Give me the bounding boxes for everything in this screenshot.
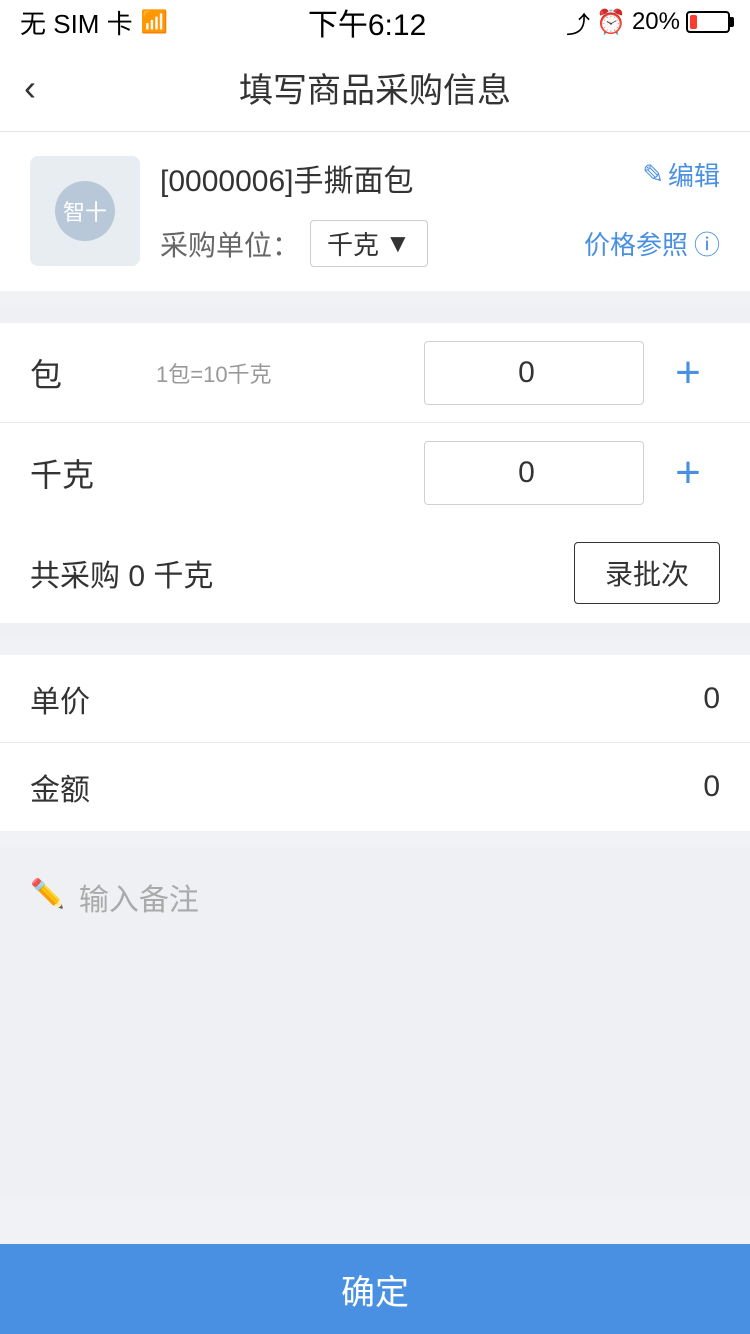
- amount-label: 金额: [30, 765, 90, 809]
- product-logo: 智十: [55, 181, 115, 241]
- unit-label: 采购单位：: [160, 224, 300, 264]
- kg-plus-button[interactable]: +: [656, 441, 720, 505]
- alarm-icon: ⏰: [596, 8, 626, 37]
- battery-icon: [686, 11, 730, 33]
- location-icon: ⤴: [566, 5, 590, 40]
- product-name: [0000006]手撕面包: [160, 156, 413, 200]
- carrier-text: 无 SIM 卡: [20, 4, 133, 41]
- bao-input-wrapper: +: [272, 341, 720, 405]
- price-ref-label: 价格参照: [584, 225, 688, 262]
- amount-value: 0: [703, 770, 720, 804]
- battery-fill: [690, 15, 697, 29]
- kg-label: 千克: [30, 450, 150, 496]
- batch-button[interactable]: 录批次: [574, 542, 720, 604]
- edit-label: 编辑: [668, 156, 720, 193]
- nav-bar: ‹ 填写商品采购信息: [0, 44, 750, 132]
- logo-text: 智十: [63, 195, 107, 227]
- pencil-icon: ✏️: [30, 877, 65, 910]
- page-title: 填写商品采购信息: [239, 63, 511, 112]
- bao-sublabel: 1包=10千克: [156, 357, 272, 389]
- kg-input[interactable]: [424, 441, 644, 505]
- back-button[interactable]: ‹: [24, 67, 36, 109]
- unit-price-label: 单价: [30, 677, 90, 721]
- kg-input-wrapper: +: [150, 441, 720, 505]
- product-unit-row: 采购单位： 千克 ▼ 价格参照 ⓘ: [160, 220, 720, 267]
- bao-row: 包 1包=10千克 +: [0, 323, 750, 423]
- product-image: 智十: [30, 156, 140, 266]
- summary-row: 共采购 0 千克 录批次: [0, 523, 750, 623]
- unit-price-row: 单价 0: [0, 655, 750, 743]
- status-right: ⤴ ⏰ 20%: [566, 5, 730, 40]
- amount-row: 金额 0: [0, 743, 750, 831]
- confirm-label: 确定: [341, 1265, 409, 1314]
- status-left: 无 SIM 卡 📶: [20, 4, 168, 41]
- bao-plus-button[interactable]: +: [656, 341, 720, 405]
- wifi-icon: 📶: [141, 9, 168, 35]
- notes-placeholder: 输入备注: [79, 875, 199, 919]
- edit-icon: ✎: [642, 159, 664, 190]
- price-section: 单价 0 金额 0: [0, 655, 750, 831]
- unit-price-value: 0: [703, 682, 720, 716]
- divider-2: [0, 623, 750, 639]
- unit-dropdown[interactable]: 千克 ▼: [310, 220, 428, 267]
- chevron-down-icon: ▼: [385, 228, 411, 259]
- notes-section[interactable]: ✏️ 输入备注: [0, 847, 750, 1197]
- price-ref-button[interactable]: 价格参照 ⓘ: [584, 225, 720, 262]
- product-info: [0000006]手撕面包 ✎ 编辑 采购单位： 千克 ▼ 价格参照 ⓘ: [160, 156, 720, 267]
- product-header: [0000006]手撕面包 ✎ 编辑: [160, 156, 720, 200]
- confirm-button[interactable]: 确定: [0, 1244, 750, 1334]
- unit-value: 千克: [327, 225, 379, 262]
- kg-row: 千克 +: [0, 423, 750, 523]
- edit-button[interactable]: ✎ 编辑: [642, 156, 720, 193]
- input-section: 包 1包=10千克 + 千克 +: [0, 323, 750, 523]
- status-time: 下午6:12: [308, 0, 426, 44]
- summary-text: 共采购 0 千克: [30, 551, 213, 595]
- bao-label: 包: [30, 350, 150, 396]
- status-bar: 无 SIM 卡 📶 下午6:12 ⤴ ⏰ 20%: [0, 0, 750, 44]
- product-card: 智十 [0000006]手撕面包 ✎ 编辑 采购单位： 千克 ▼ 价格参照 ⓘ: [0, 132, 750, 291]
- divider-1: [0, 307, 750, 323]
- unit-left: 采购单位： 千克 ▼: [160, 220, 428, 267]
- bao-input[interactable]: [424, 341, 644, 405]
- battery-percent: 20%: [632, 8, 680, 36]
- help-icon: ⓘ: [694, 225, 720, 262]
